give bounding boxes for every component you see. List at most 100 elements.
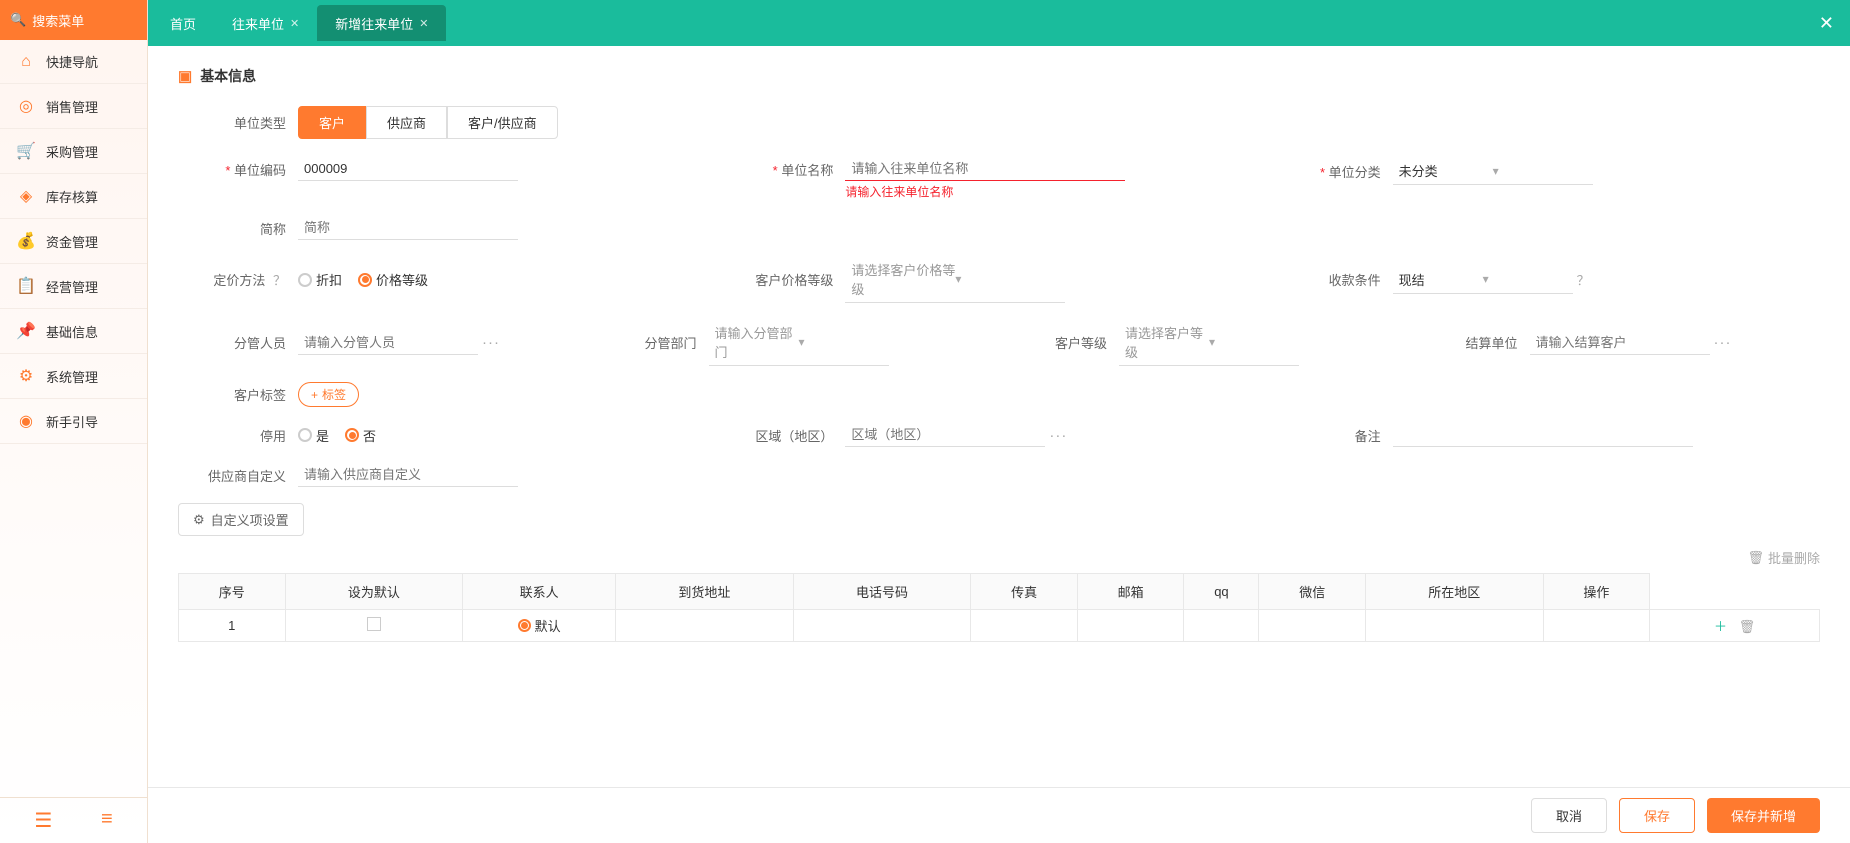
- add-row-btn[interactable]: ＋: [1714, 619, 1727, 634]
- row-manager: 分管人员 ··· 分管部门 请输入分管部门 ▾ 客户等级 请选择客户等级 ▾: [178, 319, 1820, 366]
- default-label: 默认: [535, 616, 561, 635]
- chevron-down-icon: ▾: [799, 335, 883, 349]
- settlement-more-btn[interactable]: ···: [1710, 334, 1736, 351]
- disable-yes-radio[interactable]: 是: [298, 426, 329, 445]
- tab-home[interactable]: 首页: [152, 5, 214, 41]
- pricing-price-level-radio[interactable]: 价格等级: [358, 270, 428, 289]
- tab-bar: 首页 往来单位 ✕ 新增往来单位 ✕ ✕: [148, 0, 1850, 46]
- field-category: 单位分类 未分类 ▾: [1273, 157, 1820, 185]
- pricing-help-icon[interactable]: ？: [273, 273, 286, 288]
- sidebar-expand-btn[interactable]: ≡: [101, 808, 113, 833]
- custom-setting-btn[interactable]: ⚙ 自定义项设置: [178, 503, 304, 536]
- table-row: 1 默认: [179, 610, 1820, 642]
- supplier-custom-input[interactable]: [298, 463, 518, 487]
- manager-input[interactable]: [298, 331, 478, 355]
- area-input[interactable]: [845, 423, 1045, 447]
- pricing-discount-label: 折扣: [316, 270, 342, 289]
- sidebar-item-sales[interactable]: ◎ 销售管理: [0, 84, 147, 129]
- disable-no-radio[interactable]: 否: [345, 426, 376, 445]
- delete-row-btn[interactable]: 🗑: [1739, 619, 1756, 634]
- short-name-input[interactable]: [298, 216, 518, 240]
- category-select[interactable]: 未分类 ▾: [1393, 157, 1593, 185]
- sidebar-item-guide[interactable]: ◉ 新手引导: [0, 399, 147, 444]
- pricing-discount-radio[interactable]: 折扣: [298, 270, 342, 289]
- field-tags: 客户标签 + 标签: [178, 382, 1820, 407]
- remark-input[interactable]: [1393, 423, 1693, 447]
- sidebar-collapse-btn[interactable]: ☰: [34, 808, 52, 833]
- settlement-input[interactable]: [1530, 331, 1710, 355]
- remark-label: 备注: [1273, 426, 1393, 445]
- section-title-text: 基本信息: [200, 66, 256, 86]
- row-short-name: 简称: [178, 216, 1820, 240]
- sidebar-item-label: 新手引导: [46, 412, 98, 431]
- manager-more-btn[interactable]: ···: [478, 334, 504, 351]
- unit-type-customer-btn[interactable]: 客户: [298, 106, 366, 139]
- sidebar-item-quick-nav[interactable]: ⌂ 快捷导航: [0, 40, 147, 84]
- short-name-label: 简称: [178, 219, 298, 238]
- chevron-down-icon: ▾: [1209, 335, 1293, 349]
- finance-icon: 💰: [16, 231, 36, 251]
- chevron-down-icon: ▾: [955, 272, 1059, 286]
- sidebar-item-operations[interactable]: 📋 经营管理: [0, 264, 147, 309]
- tab-add-partner-close[interactable]: ✕: [419, 17, 428, 30]
- manager-label: 分管人员: [178, 333, 298, 352]
- sidebar-item-system[interactable]: ⚙ 系统管理: [0, 354, 147, 399]
- row-pricing: 定价方法 ？ 折扣 价格等级 客户: [178, 256, 1820, 303]
- row-checkbox[interactable]: [367, 617, 381, 631]
- name-error-msg: 请输入往来单位名称: [845, 183, 953, 200]
- batch-delete-btn[interactable]: 🗑 批量删除: [1747, 548, 1820, 567]
- pricing-discount-circle: [298, 273, 312, 287]
- table-toolbar: 🗑 批量删除: [178, 548, 1820, 567]
- name-input[interactable]: [845, 157, 1125, 181]
- default-radio[interactable]: [518, 619, 531, 632]
- cell-action: ＋ 🗑: [1650, 610, 1820, 642]
- unit-type-both-btn[interactable]: 客户/供应商: [447, 106, 558, 139]
- col-qq: qq: [1184, 574, 1259, 610]
- cancel-button[interactable]: 取消: [1531, 798, 1607, 833]
- customer-price-select[interactable]: 请选择客户价格等级 ▾: [845, 256, 1065, 303]
- guide-icon: ◉: [16, 411, 36, 431]
- sidebar-item-label: 基础信息: [46, 322, 98, 341]
- batch-delete-label: 批量删除: [1768, 548, 1820, 567]
- content-area: ▣ 基本信息 单位类型 客户 供应商 客户/供应商 单位编码 单位名称: [148, 46, 1850, 787]
- row-code-name-category: 单位编码 单位名称 请输入往来单位名称 单位分类 未分类 ▾: [178, 157, 1820, 200]
- unit-type-supplier-btn[interactable]: 供应商: [366, 106, 447, 139]
- sidebar-item-finance[interactable]: 💰 资金管理: [0, 219, 147, 264]
- search-icon: 🔍: [10, 12, 26, 28]
- cell-checkbox: [285, 610, 463, 642]
- sidebar-bottom: ☰ ≡: [0, 797, 147, 843]
- search-menu-btn[interactable]: 🔍 搜索菜单: [0, 0, 147, 40]
- close-all-tabs-btn[interactable]: ✕: [1807, 13, 1846, 34]
- payment-help-icon[interactable]: ？: [1577, 270, 1590, 289]
- field-short-name: 简称: [178, 216, 1820, 240]
- sidebar-item-purchase[interactable]: 🛒 采购管理: [0, 129, 147, 174]
- area-more-btn[interactable]: ···: [1045, 427, 1071, 444]
- supplier-custom-label: 供应商自定义: [178, 466, 298, 485]
- sidebar-item-label: 采购管理: [46, 142, 98, 161]
- customer-level-select[interactable]: 请选择客户等级 ▾: [1119, 319, 1299, 366]
- save-button[interactable]: 保存: [1619, 798, 1695, 833]
- tab-partner-list[interactable]: 往来单位 ✕: [214, 5, 317, 41]
- code-label: 单位编码: [178, 160, 298, 179]
- dept-select[interactable]: 请输入分管部门 ▾: [709, 319, 889, 366]
- table-header-row: 序号 设为默认 联系人 到货地址 电话号码 传真 邮箱 qq 微信 所在地区: [179, 574, 1820, 610]
- tab-partner-list-close[interactable]: ✕: [290, 17, 299, 30]
- sidebar-item-basic-info[interactable]: 📌 基础信息: [0, 309, 147, 354]
- code-input[interactable]: [298, 157, 518, 181]
- sidebar-item-label: 经营管理: [46, 277, 98, 296]
- sidebar-item-label: 系统管理: [46, 367, 98, 386]
- sidebar-item-inventory[interactable]: ◈ 库存核算: [0, 174, 147, 219]
- sidebar-item-label: 资金管理: [46, 232, 98, 251]
- settings-gear-icon: ⚙: [193, 512, 205, 528]
- add-tag-btn[interactable]: + 标签: [298, 382, 359, 407]
- sidebar-item-label: 库存核算: [46, 187, 98, 206]
- col-default: 设为默认: [285, 574, 463, 610]
- section-icon: ▣: [178, 67, 192, 85]
- save-new-button[interactable]: 保存并新增: [1707, 798, 1820, 833]
- settlement-label: 结算单位: [1410, 333, 1530, 352]
- tag-plus-icon: +: [311, 388, 318, 402]
- tab-add-partner[interactable]: 新增往来单位 ✕: [317, 5, 446, 41]
- payment-select[interactable]: 现结 ▾: [1393, 266, 1573, 294]
- cell-qq: [1259, 610, 1366, 642]
- chevron-down-icon: ▾: [1483, 272, 1567, 286]
